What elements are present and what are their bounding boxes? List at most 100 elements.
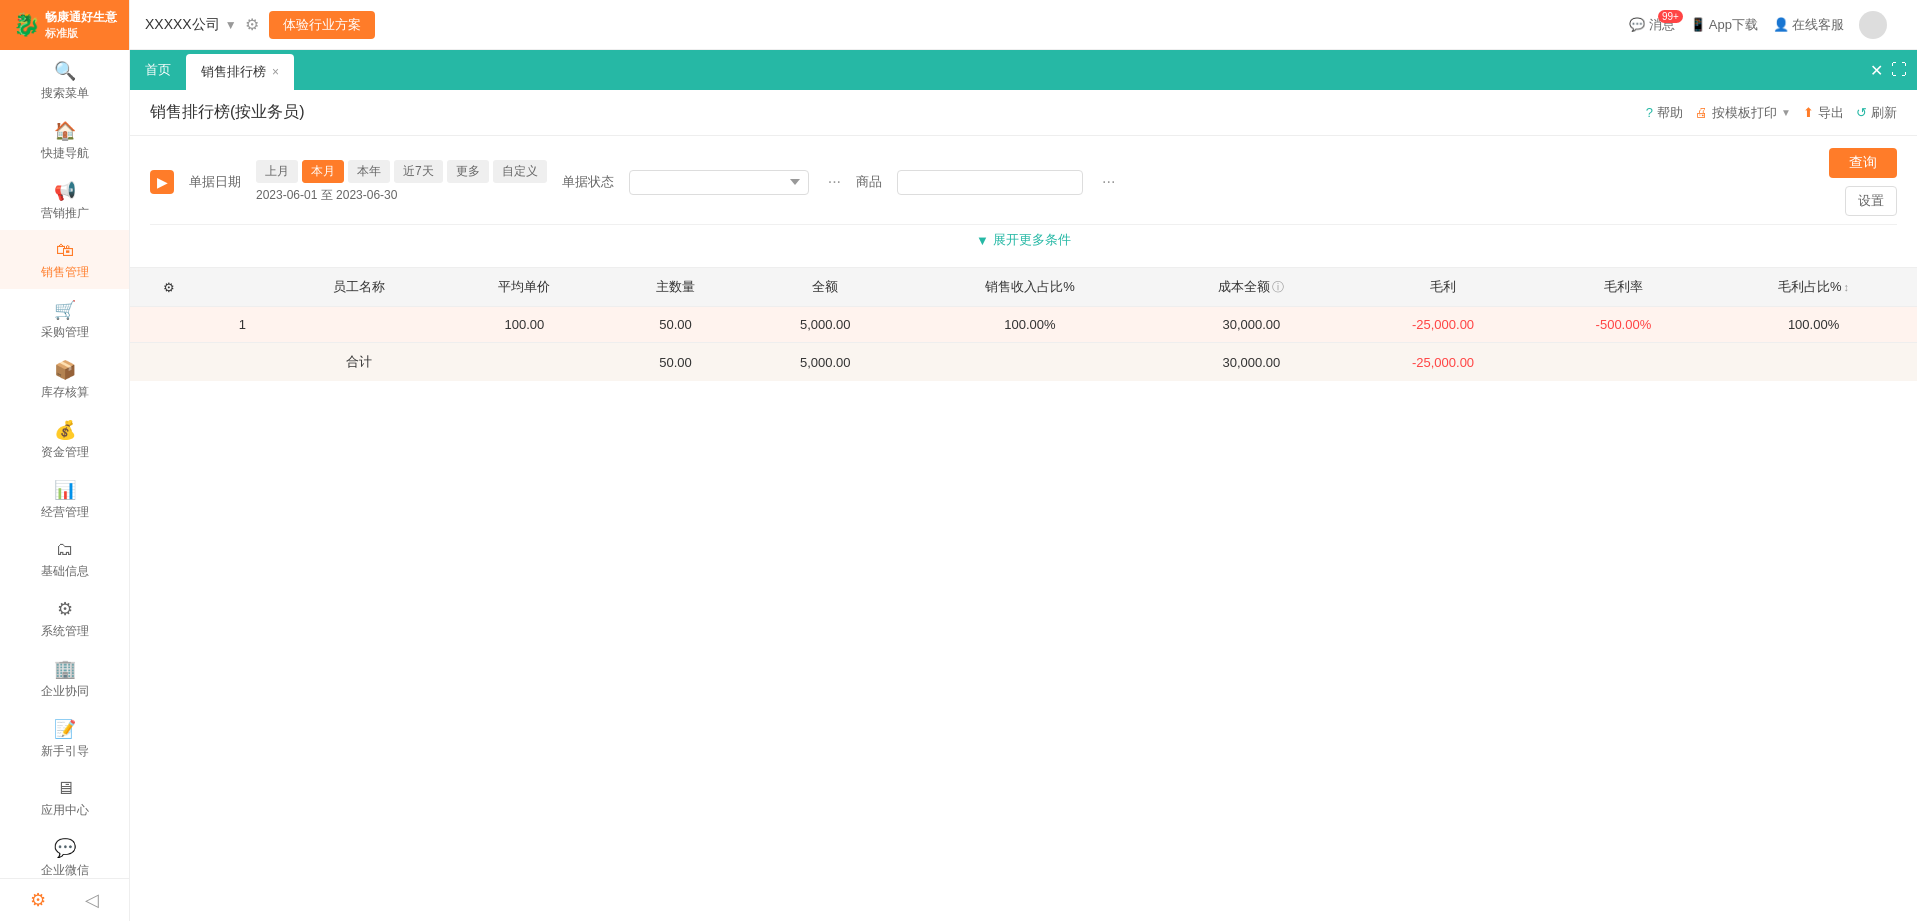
print-dropdown-icon: ▼ (1781, 107, 1791, 118)
user-avatar[interactable] (1859, 11, 1887, 39)
row-avg-price: 100.00 (442, 307, 607, 343)
date-this-month-btn[interactable]: 本月 (302, 160, 344, 183)
refresh-button[interactable]: ↺ 刷新 (1856, 104, 1897, 122)
trial-button[interactable]: 体验行业方案 (269, 11, 375, 39)
cost-info-icon[interactable]: ⓘ (1272, 280, 1284, 294)
col-gross-rate: 毛利率 (1537, 268, 1710, 307)
tab-minimize-icon[interactable]: ✕ (1870, 61, 1883, 80)
online-service-button[interactable]: 👤 在线客服 (1773, 16, 1844, 34)
finance-icon: 💰 (54, 419, 76, 441)
message-button[interactable]: 💬 99+ 消息 (1629, 16, 1675, 34)
template-print-button[interactable]: 🖨 按模板打印 ▼ (1695, 104, 1791, 122)
table-row: 1 100.00 50.00 5,000.00 100.00% 30,000.0… (130, 307, 1917, 343)
service-icon: 👤 (1773, 17, 1789, 32)
logo-title: 畅康通好生意 (45, 9, 117, 26)
tab-sales-ranking-label: 销售排行榜 (201, 63, 266, 81)
status-select[interactable] (629, 170, 809, 195)
tab-sales-ranking[interactable]: 销售排行榜 × (186, 54, 294, 90)
date-custom-btn[interactable]: 自定义 (493, 160, 547, 183)
help-button[interactable]: ? 帮助 (1646, 104, 1683, 122)
page-actions: ? 帮助 🖨 按模板打印 ▼ ⬆ 导出 ↺ 刷新 (1646, 104, 1897, 122)
sidebar-item-finance[interactable]: 💰 资金管理 (0, 409, 129, 469)
status-more-icon: ··· (828, 173, 841, 191)
row-sales-pct: 100.00% (906, 307, 1153, 343)
sidebar-item-guide[interactable]: 📝 新手引导 (0, 708, 129, 768)
sidebar-logo: 🐉 畅康通好生意 标准版 (0, 0, 129, 50)
tabbar-actions: ✕ ⛶ (1870, 50, 1917, 90)
company-dropdown-icon: ▼ (225, 18, 237, 32)
table-footer-row: 合计 50.00 5,000.00 30,000.00 -25,000.00 (130, 343, 1917, 382)
expand-more-button[interactable]: ▼ 展开更多条件 (976, 231, 1071, 249)
sidebar-item-search[interactable]: 🔍 搜索菜单 (0, 50, 129, 110)
sidebar-item-marketing[interactable]: 📢 营销推广 (0, 170, 129, 230)
goods-filter-label: 商品 (856, 173, 882, 191)
page-title: 销售排行榜(按业务员) (150, 102, 305, 123)
date-filter-group: 上月 本月 本年 近7天 更多 自定义 2023-06-01 至 2023-06… (256, 160, 547, 204)
column-gear-icon[interactable]: ⚙ (163, 280, 175, 295)
row-gross: -25,000.00 (1349, 307, 1536, 343)
setting-button[interactable]: 设置 (1845, 186, 1897, 216)
tab-home-label: 首页 (145, 61, 171, 79)
sidebar-item-inventory[interactable]: 📦 库存核算 (0, 349, 129, 409)
inventory-icon: 📦 (54, 359, 76, 381)
table-header-row: ⚙ 员工名称 平均单价 主数量 全额 销售收入占比% 成本全额ⓘ 毛利 毛利率 … (130, 268, 1917, 307)
row-cost: 30,000.00 (1153, 307, 1349, 343)
message-badge: 99+ (1658, 10, 1683, 23)
sidebar-item-wechat[interactable]: 💬 企业微信 (0, 827, 129, 878)
sidebar-item-sales[interactable]: 🛍 销售管理 (0, 230, 129, 289)
sidebar-item-operations[interactable]: 📊 经营管理 (0, 469, 129, 529)
purchase-icon: 🛒 (54, 299, 76, 321)
footer-cost: 30,000.00 (1153, 343, 1349, 382)
date-range-display: 2023-06-01 至 2023-06-30 (256, 187, 547, 204)
date-last7-btn[interactable]: 近7天 (394, 160, 443, 183)
gross-pct-sort-icon[interactable]: ↕ (1844, 281, 1850, 293)
table-container: ⚙ 员工名称 平均单价 主数量 全额 销售收入占比% 成本全额ⓘ 毛利 毛利率 … (130, 268, 1917, 921)
row-main-qty: 50.00 (607, 307, 744, 343)
ranking-table: ⚙ 员工名称 平均单价 主数量 全额 销售收入占比% 成本全额ⓘ 毛利 毛利率 … (130, 268, 1917, 381)
date-filter-label: 单据日期 (189, 173, 241, 191)
sidebar-item-purchase[interactable]: 🛒 采购管理 (0, 289, 129, 349)
enterprise-icon: 🏢 (54, 658, 76, 680)
filter-bar: ▶ 单据日期 上月 本月 本年 近7天 更多 自定义 2023-06-01 至 … (130, 136, 1917, 268)
message-icon: 💬 (1629, 17, 1645, 32)
basic-icon: 🗂 (56, 539, 74, 560)
wechat-icon: 💬 (54, 837, 76, 859)
table-wrap: ⚙ 员工名称 平均单价 主数量 全额 销售收入占比% 成本全额ⓘ 毛利 毛利率 … (130, 268, 1917, 381)
date-more-btn[interactable]: 更多 (447, 160, 489, 183)
goods-input[interactable] (897, 170, 1083, 195)
date-last-month-btn[interactable]: 上月 (256, 160, 298, 183)
operations-icon: 📊 (54, 479, 76, 501)
date-this-year-btn[interactable]: 本年 (348, 160, 390, 183)
sidebar-item-quicknav[interactable]: 🏠 快捷导航 (0, 110, 129, 170)
export-icon: ⬆ (1803, 105, 1814, 120)
sidebar-item-system[interactable]: ⚙ 系统管理 (0, 588, 129, 648)
page-header: 销售排行榜(按业务员) ? 帮助 🖨 按模板打印 ▼ ⬆ 导出 ↺ 刷新 (130, 90, 1917, 136)
col-name: 员工名称 (276, 268, 441, 307)
settings-gear-icon[interactable]: ⚙ (30, 889, 46, 911)
sidebar-footer: ⚙ ◁ (0, 878, 129, 921)
tab-home[interactable]: 首页 (130, 50, 186, 90)
app-download-button[interactable]: 📱 App下载 (1690, 16, 1758, 34)
sidebar-item-enterprise[interactable]: 🏢 企业协同 (0, 648, 129, 708)
date-buttons: 上月 本月 本年 近7天 更多 自定义 (256, 160, 547, 183)
filter-expand-arrow[interactable]: ▶ (150, 170, 174, 194)
export-button[interactable]: ⬆ 导出 (1803, 104, 1844, 122)
status-filter-label: 单据状态 (562, 173, 614, 191)
query-button[interactable]: 查询 (1829, 148, 1897, 178)
filter-expand-section: ▼ 展开更多条件 (150, 224, 1897, 255)
sidebar: 🐉 畅康通好生意 标准版 🔍 搜索菜单 🏠 快捷导航 📢 营销推广 🛍 销售管理… (0, 0, 130, 921)
topbar-right: 💬 99+ 消息 📱 App下载 👤 在线客服 (1629, 11, 1902, 39)
print-icon: 🖨 (1695, 105, 1708, 120)
company-selector[interactable]: XXXXX公司 ▼ (145, 16, 237, 34)
col-gross-pct: 毛利占比%↕ (1710, 268, 1917, 307)
footer-main-qty: 50.00 (607, 343, 744, 382)
sidebar-item-basic[interactable]: 🗂 基础信息 (0, 529, 129, 588)
main-area: XXXXX公司 ▼ ⚙ 体验行业方案 💬 99+ 消息 📱 App下载 👤 在线… (130, 0, 1917, 921)
collapse-icon[interactable]: ◁ (85, 889, 99, 911)
download-icon: 📱 (1690, 17, 1706, 32)
topbar-gear-icon[interactable]: ⚙ (245, 15, 259, 34)
sidebar-item-apps[interactable]: 🖥 应用中心 (0, 768, 129, 827)
tab-close-icon[interactable]: × (272, 65, 279, 79)
company-name: XXXXX公司 (145, 16, 220, 34)
tab-maximize-icon[interactable]: ⛶ (1891, 61, 1907, 79)
